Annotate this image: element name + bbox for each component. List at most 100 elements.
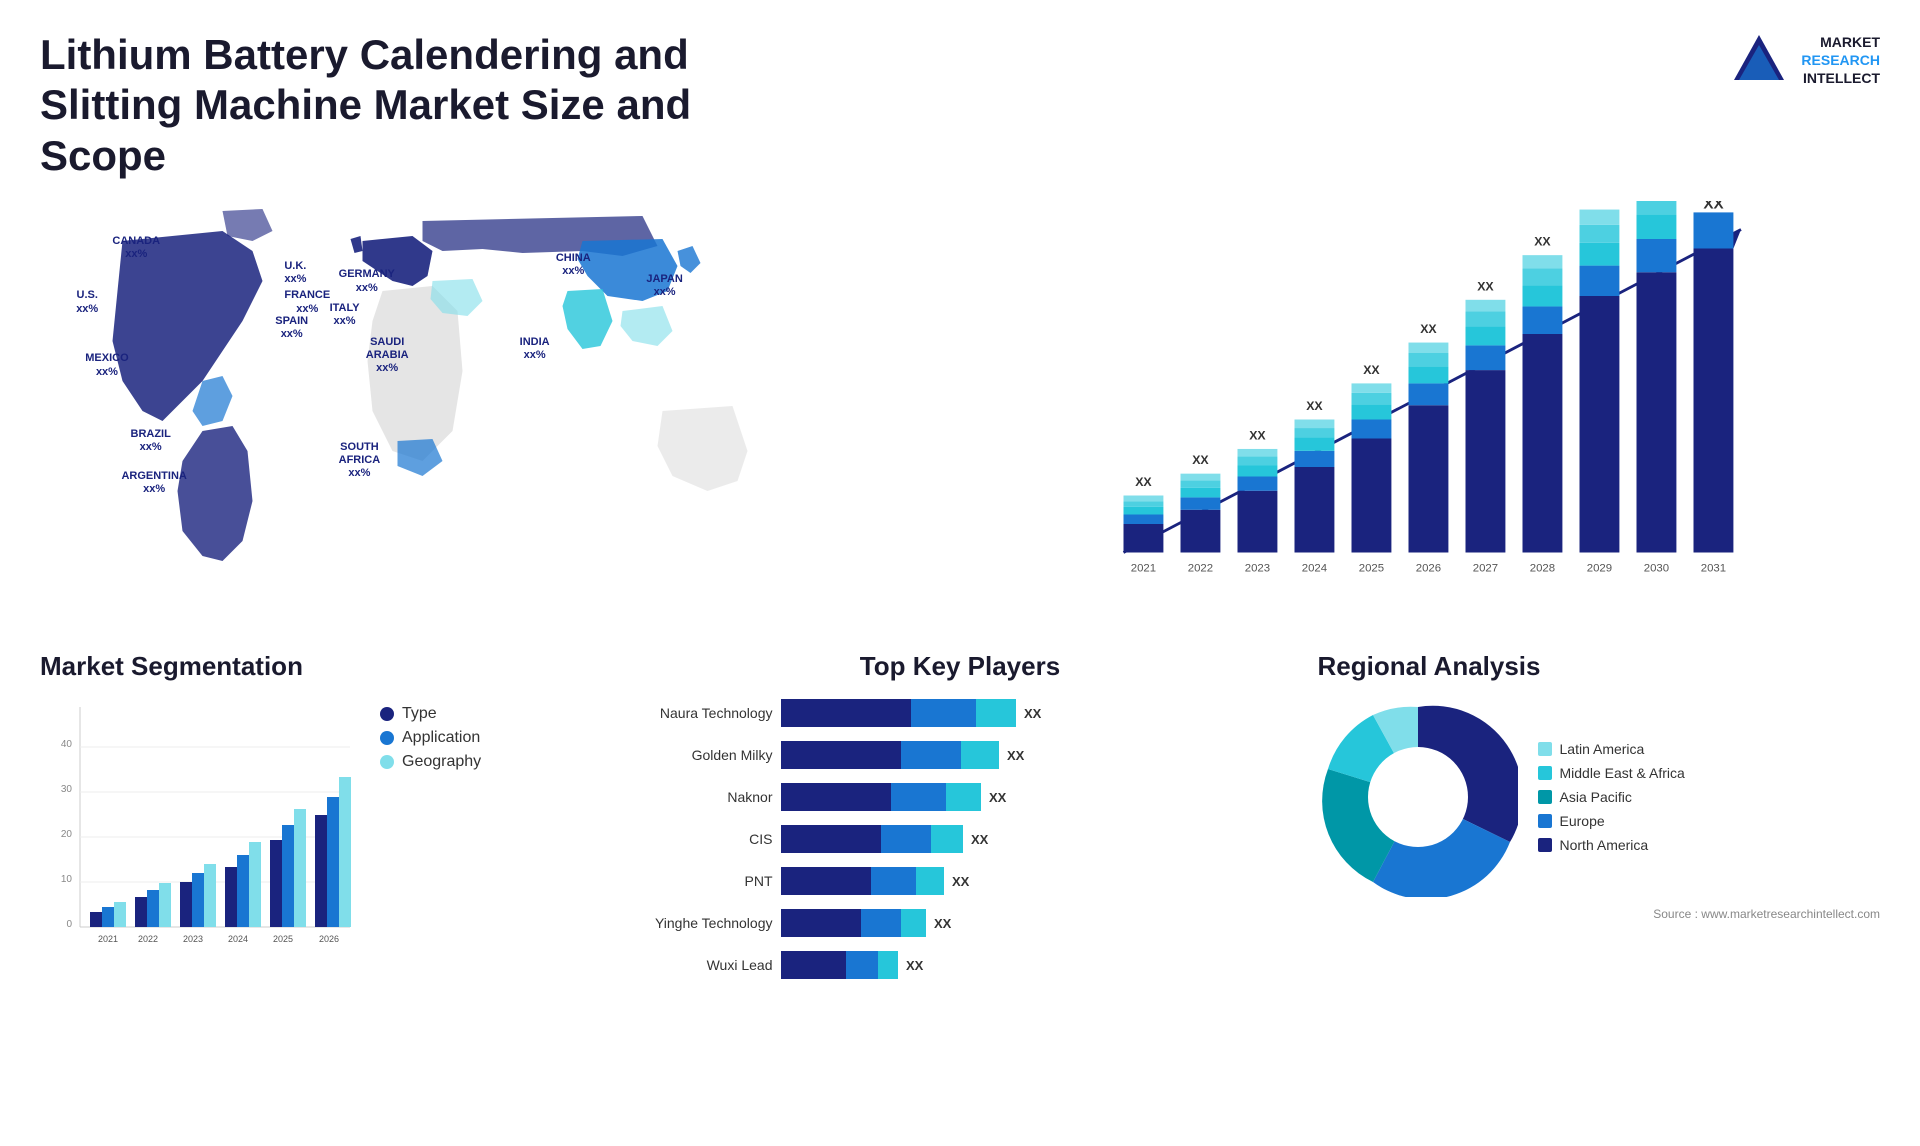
svg-text:XX: XX bbox=[971, 832, 989, 847]
svg-text:30: 30 bbox=[61, 784, 73, 795]
page-title: Lithium Battery Calendering and Slitting… bbox=[40, 30, 740, 181]
player-row: CIS XX bbox=[623, 823, 1298, 855]
svg-text:XX: XX bbox=[1306, 399, 1323, 413]
source-text: Source : www.marketresearchintellect.com bbox=[1318, 907, 1881, 921]
legend-sq-me bbox=[1538, 766, 1552, 780]
player-name: CIS bbox=[623, 831, 773, 847]
seg-inner: 0 10 20 30 40 2021 2022 bbox=[40, 697, 603, 957]
player-bar-svg: XX bbox=[781, 739, 1049, 771]
map-label-japan: JAPANxx% bbox=[646, 273, 682, 299]
legend-application: Application bbox=[380, 729, 481, 747]
svg-text:2028: 2028 bbox=[1530, 563, 1555, 575]
regional-legend: Latin America Middle East & Africa Asia … bbox=[1538, 741, 1685, 853]
players-title: Top Key Players bbox=[623, 651, 1298, 682]
segmentation-title: Market Segmentation bbox=[40, 651, 603, 682]
svg-text:XX: XX bbox=[934, 916, 952, 931]
bar-chart-section: XX 2021 XX 2022 XX 2023 XX 20 bbox=[975, 201, 1880, 621]
svg-text:XX: XX bbox=[1135, 475, 1152, 489]
logo-icon bbox=[1729, 30, 1789, 90]
legend-north-america: North America bbox=[1538, 837, 1685, 853]
svg-text:0: 0 bbox=[66, 919, 72, 930]
players-list: Naura Technology XX Golden Milky XX Naknor XX… bbox=[623, 697, 1298, 981]
player-row: Naura Technology XX bbox=[623, 697, 1298, 729]
bar-chart-svg: XX 2021 XX 2022 XX 2023 XX 20 bbox=[975, 201, 1880, 581]
svg-text:2021: 2021 bbox=[1131, 563, 1156, 575]
svg-text:2022: 2022 bbox=[1188, 563, 1213, 575]
svg-text:XX: XX bbox=[1477, 279, 1494, 293]
player-bar-svg: XX bbox=[781, 781, 1031, 813]
seg-chart: 0 10 20 30 40 2021 2022 bbox=[40, 697, 360, 957]
svg-text:2030: 2030 bbox=[1644, 563, 1669, 575]
player-row: PNTXX bbox=[623, 865, 1298, 897]
svg-text:XX: XX bbox=[1007, 748, 1025, 763]
player-bar-container: XX bbox=[781, 781, 1298, 813]
map-label-saudi: SAUDIARABIAxx% bbox=[366, 336, 409, 376]
regional-section: Regional Analysis bbox=[1318, 651, 1881, 1001]
map-label-uk: U.K.xx% bbox=[284, 260, 306, 286]
top-row: CANADAxx% U.S.xx% MEXICOxx% BRAZILxx% AR… bbox=[40, 201, 1880, 621]
player-name: Naura Technology bbox=[623, 705, 773, 721]
svg-text:XX: XX bbox=[1703, 201, 1723, 213]
svg-text:2026: 2026 bbox=[1416, 563, 1441, 575]
svg-text:2029: 2029 bbox=[1587, 563, 1612, 575]
map-label-spain: SPAINxx% bbox=[275, 315, 308, 341]
svg-text:2025: 2025 bbox=[273, 934, 293, 944]
map-label-germany: GERMANYxx% bbox=[339, 268, 395, 294]
svg-text:XX: XX bbox=[1534, 235, 1551, 249]
logo-text: MARKET RESEARCH INTELLECT bbox=[1801, 33, 1880, 88]
player-bar-svg: XX bbox=[781, 907, 976, 939]
legend-dot-type bbox=[380, 707, 394, 721]
svg-text:40: 40 bbox=[61, 739, 73, 750]
legend-sq-latin bbox=[1538, 742, 1552, 756]
svg-text:2025: 2025 bbox=[1359, 563, 1384, 575]
legend-dot-geography bbox=[380, 755, 394, 769]
map-label-canada: CANADAxx% bbox=[112, 235, 160, 261]
legend-geography: Geography bbox=[380, 753, 481, 771]
svg-text:XX: XX bbox=[989, 790, 1007, 805]
legend-type: Type bbox=[380, 705, 481, 723]
player-bar-svg: XX bbox=[781, 823, 1013, 855]
svg-text:XX: XX bbox=[1249, 429, 1266, 443]
player-bar-svg: XX bbox=[781, 949, 948, 981]
map-label-argentina: ARGENTINAxx% bbox=[121, 470, 186, 496]
players-section: Top Key Players Naura Technology XX Golden… bbox=[623, 651, 1298, 1001]
player-name: Golden Milky bbox=[623, 747, 773, 763]
header: Lithium Battery Calendering and Slitting… bbox=[40, 30, 1880, 181]
svg-text:2027: 2027 bbox=[1473, 563, 1498, 575]
svg-text:XX: XX bbox=[1192, 453, 1209, 467]
player-row: Naknor XX bbox=[623, 781, 1298, 813]
legend-europe: Europe bbox=[1538, 813, 1685, 829]
map-label-mexico: MEXICOxx% bbox=[85, 352, 128, 378]
map-label-italy: ITALYxx% bbox=[330, 302, 360, 328]
legend-dot-application bbox=[380, 731, 394, 745]
legend-asia-pacific: Asia Pacific bbox=[1538, 789, 1685, 805]
legend-sq-na bbox=[1538, 838, 1552, 852]
legend-sq-ap bbox=[1538, 790, 1552, 804]
svg-text:2021: 2021 bbox=[98, 934, 118, 944]
player-bar-container: XX bbox=[781, 823, 1298, 855]
player-bar-container: XX bbox=[781, 865, 1298, 897]
logo: MARKET RESEARCH INTELLECT bbox=[1729, 30, 1880, 90]
player-bar-container: XX bbox=[781, 949, 1298, 981]
svg-text:2023: 2023 bbox=[183, 934, 203, 944]
svg-text:2024: 2024 bbox=[1302, 563, 1327, 575]
player-name: Naknor bbox=[623, 789, 773, 805]
svg-text:2031: 2031 bbox=[1701, 563, 1726, 575]
map-label-china: CHINAxx% bbox=[556, 252, 591, 278]
player-bar-container: XX bbox=[781, 739, 1298, 771]
map-label-india: INDIAxx% bbox=[520, 336, 550, 362]
player-name: Yinghe Technology bbox=[623, 915, 773, 931]
svg-text:XX: XX bbox=[1420, 322, 1437, 336]
map-section: CANADAxx% U.S.xx% MEXICOxx% BRAZILxx% AR… bbox=[40, 201, 945, 621]
regional-content: Latin America Middle East & Africa Asia … bbox=[1318, 697, 1881, 897]
player-bar-container: XX bbox=[781, 697, 1298, 729]
seg-legend: Type Application Geography bbox=[380, 705, 481, 771]
map-label-us: U.S.xx% bbox=[76, 289, 98, 315]
legend-middle-east: Middle East & Africa bbox=[1538, 765, 1685, 781]
svg-text:2024: 2024 bbox=[228, 934, 248, 944]
svg-text:XX: XX bbox=[952, 874, 970, 889]
world-map: CANADAxx% U.S.xx% MEXICOxx% BRAZILxx% AR… bbox=[40, 201, 945, 621]
svg-text:XX: XX bbox=[1591, 201, 1608, 204]
player-row: Wuxi LeadXX bbox=[623, 949, 1298, 981]
map-label-france: FRANCExx% bbox=[284, 289, 330, 315]
